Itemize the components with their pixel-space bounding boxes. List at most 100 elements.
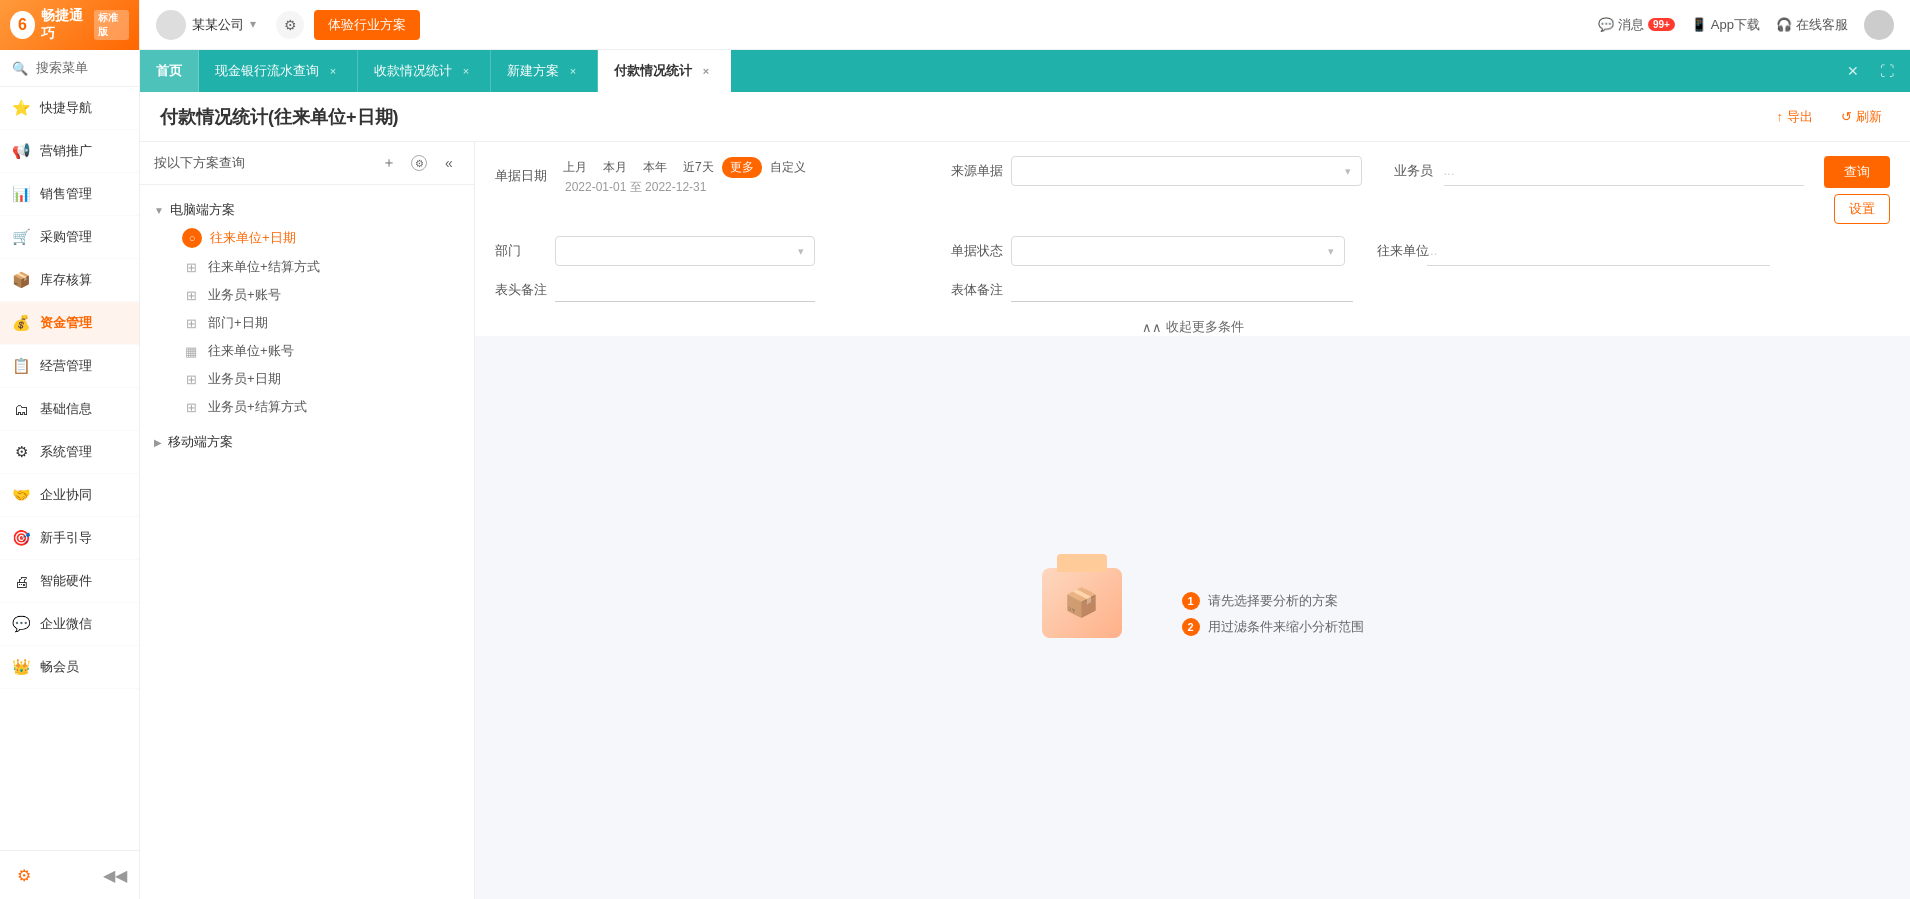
- sidebar-item-funds[interactable]: 💰 资金管理: [0, 302, 139, 345]
- sidebar-item-quick-nav[interactable]: ⭐ 快捷导航: [0, 87, 139, 130]
- scheme-item-label: 业务员+账号: [208, 286, 281, 304]
- body-note-input[interactable]: [1011, 278, 1353, 302]
- tab-home[interactable]: 首页: [140, 50, 199, 92]
- scheme-settings-button[interactable]: ⚙: [408, 152, 430, 174]
- topbar-settings-button[interactable]: ⚙: [276, 11, 304, 39]
- scheme-item-partner-date[interactable]: ○ 往来单位+日期: [154, 223, 460, 253]
- sidebar-item-marketing[interactable]: 📢 营销推广: [0, 130, 139, 173]
- scheme-add-button[interactable]: ＋: [378, 152, 400, 174]
- date-btn-more[interactable]: 更多: [722, 157, 762, 178]
- scheme-collapse-button[interactable]: «: [438, 152, 460, 174]
- date-btn-7days[interactable]: 近7天: [675, 156, 722, 179]
- sidebar-item-label: 企业协同: [40, 486, 92, 504]
- tab-receipt-stats[interactable]: 收款情况统计 ×: [358, 50, 491, 92]
- sidebar-item-label: 基础信息: [40, 400, 92, 418]
- operations-icon: 📋: [10, 355, 32, 377]
- dept-label: 部门: [495, 242, 555, 260]
- source-doc-label: 来源单据: [951, 162, 1011, 180]
- scheme-item-salesman-settle[interactable]: ⊞ 业务员+结算方式: [154, 393, 460, 421]
- refresh-icon: ↺: [1841, 109, 1852, 124]
- partner-input[interactable]: ...: [1427, 236, 1771, 266]
- salesman-label: 业务员: [1394, 162, 1444, 180]
- settings-button[interactable]: 设置: [1834, 194, 1890, 224]
- tab-close-all-button[interactable]: ✕: [1840, 58, 1866, 84]
- refresh-label: 刷新: [1856, 108, 1882, 126]
- body-note-label: 表体备注: [951, 281, 1011, 299]
- sidebar-collapse-button[interactable]: ◀◀: [101, 861, 129, 889]
- sidebar-item-basic-info[interactable]: 🗂 基础信息: [0, 388, 139, 431]
- notifications-badge: 99+: [1648, 18, 1675, 31]
- tab-payment-stats[interactable]: 付款情况统计 ×: [598, 50, 731, 92]
- scheme-item-partner-account[interactable]: ▦ 往来单位+账号: [154, 337, 460, 365]
- company-profile[interactable]: 某某公司 ▾: [156, 10, 266, 40]
- tab-close-bank-flow[interactable]: ×: [325, 63, 341, 79]
- date-btn-last-month[interactable]: 上月: [555, 156, 595, 179]
- sidebar-item-purchase[interactable]: 🛒 采购管理: [0, 216, 139, 259]
- sidebar-item-member[interactable]: 👑 畅会员: [0, 646, 139, 689]
- app-name: 畅捷通巧: [41, 7, 91, 43]
- source-doc-select[interactable]: ▾: [1011, 156, 1362, 186]
- scheme-item-dept-date[interactable]: ⊞ 部门+日期: [154, 309, 460, 337]
- date-btn-this-month[interactable]: 本月: [595, 156, 635, 179]
- collapse-more-button[interactable]: ∧∧ 收起更多条件: [495, 310, 1890, 336]
- receipt-status-select[interactable]: ▾: [1011, 236, 1345, 266]
- chevron-down-icon: ▾: [798, 245, 804, 258]
- smart-hw-icon: 🖨: [10, 570, 32, 592]
- tab-close-new-scheme[interactable]: ×: [565, 63, 581, 79]
- salesman-input[interactable]: ...: [1444, 156, 1805, 186]
- scheme-item-partner-settle[interactable]: ⊞ 往来单位+结算方式: [154, 253, 460, 281]
- sidebar-footer: ⚙ ◀◀: [0, 850, 139, 899]
- sidebar-item-enterprise[interactable]: 🤝 企业协同: [0, 474, 139, 517]
- scheme-group-label: 电脑端方案: [170, 201, 235, 219]
- app-logo: 6: [10, 11, 35, 39]
- tab-maximize-button[interactable]: ⛶: [1874, 58, 1900, 84]
- online-service-button[interactable]: 🎧 在线客服: [1776, 16, 1848, 34]
- phone-icon: 📱: [1691, 17, 1707, 32]
- sidebar: 6 畅捷通巧 标准版 🔍 搜索菜单 ⭐ 快捷导航 📢 营销推广 📊 销售管理 🛒…: [0, 0, 140, 899]
- chevron-up-icon: ∧∧: [1142, 320, 1162, 335]
- notifications-button[interactable]: 💬 消息 99+: [1598, 16, 1675, 34]
- active-scheme-icon: ○: [182, 228, 202, 248]
- sidebar-item-new-guide[interactable]: 🎯 新手引导: [0, 517, 139, 560]
- scheme-group-desktop-header[interactable]: ▼ 电脑端方案: [154, 197, 460, 223]
- dept-select[interactable]: ▾: [555, 236, 815, 266]
- sidebar-item-smart-hw[interactable]: 🖨 智能硬件: [0, 560, 139, 603]
- date-btn-custom[interactable]: 自定义: [762, 156, 814, 179]
- company-dropdown-icon[interactable]: ▾: [250, 17, 266, 33]
- tab-bank-flow[interactable]: 现金银行流水查询 ×: [199, 50, 358, 92]
- scheme-item-salesman-account[interactable]: ⊞ 业务员+账号: [154, 281, 460, 309]
- sales-icon: 📊: [10, 183, 32, 205]
- sidebar-header: 6 畅捷通巧 标准版: [0, 0, 139, 50]
- scheme-group-mobile-header[interactable]: ▶ 移动端方案: [140, 429, 474, 455]
- export-button[interactable]: ↑ 导出: [1769, 104, 1822, 130]
- app-download-button[interactable]: 📱 App下载: [1691, 16, 1760, 34]
- funds-icon: 💰: [10, 312, 32, 334]
- notifications-label: 消息: [1618, 16, 1644, 34]
- scheme-item-label: 业务员+日期: [208, 370, 281, 388]
- tab-close-payment-stats[interactable]: ×: [698, 63, 714, 79]
- inventory-icon: 📦: [10, 269, 32, 291]
- header-note-input[interactable]: [555, 278, 815, 302]
- scheme-panel-header: 按以下方案查询 ＋ ⚙ «: [140, 142, 474, 185]
- step-2-number: 2: [1182, 618, 1200, 636]
- sidebar-item-enterprise-wechat[interactable]: 💬 企业微信: [0, 603, 139, 646]
- header-note-label: 表头备注: [495, 281, 555, 299]
- scheme-item-salesman-date[interactable]: ⊞ 业务员+日期: [154, 365, 460, 393]
- trial-button[interactable]: 体验行业方案: [314, 10, 420, 40]
- refresh-button[interactable]: ↺ 刷新: [1833, 104, 1890, 130]
- topbar-left: 某某公司 ▾ ⚙ 体验行业方案: [156, 10, 420, 40]
- sidebar-item-inventory[interactable]: 📦 库存核算: [0, 259, 139, 302]
- sidebar-item-label: 资金管理: [40, 314, 92, 332]
- tab-close-receipt-stats[interactable]: ×: [458, 63, 474, 79]
- sidebar-item-search-menu[interactable]: 🔍 搜索菜单: [0, 50, 139, 87]
- sidebar-item-sales[interactable]: 📊 销售管理: [0, 173, 139, 216]
- tab-label: 现金银行流水查询: [215, 62, 319, 80]
- sidebar-item-system[interactable]: ⚙ 系统管理: [0, 431, 139, 474]
- user-avatar[interactable]: [1864, 10, 1894, 40]
- sidebar-gear-button[interactable]: ⚙: [10, 861, 38, 889]
- grid-icon: ⊞: [182, 398, 200, 416]
- date-btn-this-year[interactable]: 本年: [635, 156, 675, 179]
- sidebar-item-operations[interactable]: 📋 经营管理: [0, 345, 139, 388]
- tab-new-scheme[interactable]: 新建方案 ×: [491, 50, 598, 92]
- query-button[interactable]: 查询: [1824, 156, 1890, 188]
